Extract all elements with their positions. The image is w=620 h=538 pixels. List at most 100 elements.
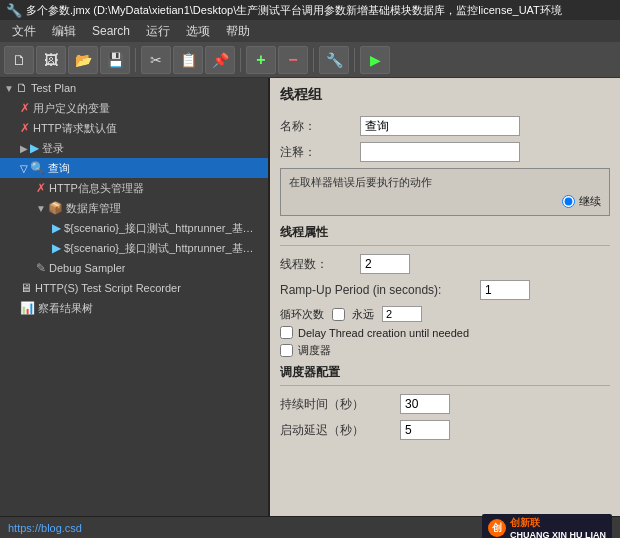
httpsrecorder-label: HTTP(S) Test Script Recorder (35, 282, 181, 294)
delay-checkbox[interactable] (280, 326, 293, 339)
panel-title: 线程组 (280, 86, 610, 108)
threadcount-label: 线程数： (280, 256, 360, 273)
thread-props-title: 线程属性 (280, 224, 610, 241)
forever-checkbox[interactable] (332, 308, 345, 321)
userdefined-label: 用户定义的变量 (33, 101, 110, 116)
testplan-icon: 🗋 (16, 81, 28, 95)
tree-item-httpdefaults[interactable]: ✗ HTTP请求默认值 (0, 118, 268, 138)
sep2 (240, 48, 241, 72)
tree-item-query[interactable]: ▽ 🔍 查询 (0, 158, 268, 178)
duration-input[interactable] (400, 394, 450, 414)
menu-run[interactable]: 运行 (138, 20, 178, 42)
threadcount-row: 线程数： (280, 254, 610, 274)
expand-login: ▶ (20, 143, 28, 154)
copy-button[interactable]: 📋 (173, 46, 203, 74)
scheduler-checkbox[interactable] (280, 344, 293, 357)
continue-radio[interactable] (562, 195, 575, 208)
loopcount-row: 循环次数 永远 (280, 306, 610, 322)
comment-input[interactable] (360, 142, 520, 162)
tree-item-dbmgr[interactable]: ▼ 📦 数据库管理 (0, 198, 268, 218)
error-action-radio-row: 继续 (289, 194, 601, 209)
tree-item-viewresults[interactable]: 📊 察看结果树 (0, 298, 268, 318)
startupdelay-input[interactable] (400, 420, 450, 440)
delay-row: Delay Thread creation until needed (280, 326, 610, 339)
expand-testplan: ▼ (4, 83, 14, 94)
login-label: 登录 (42, 141, 64, 156)
title-bar: 🔧 多个参数.jmx (D:\MyData\xietian1\Desktop\生… (0, 0, 620, 20)
httpheader-label: HTTP信息头管理器 (49, 181, 144, 196)
tree-item-testplan[interactable]: ▼ 🗋 Test Plan (0, 78, 268, 98)
dbmgr-label: 数据库管理 (66, 201, 121, 216)
status-url: https://blog.csd (8, 522, 82, 534)
login-icon: ▶ (30, 141, 39, 155)
tree-panel: ▼ 🗋 Test Plan ✗ 用户定义的变量 ✗ HTTP请求默认值 ▶ ▶ … (0, 78, 270, 516)
scenario2-label: ${scenario}_接口测试_httprunner_基础配置 (64, 241, 264, 256)
viewresults-icon: 📊 (20, 301, 35, 315)
loopcount-input[interactable] (382, 306, 422, 322)
expand-dbmgr: ▼ (36, 203, 46, 214)
tree-item-scenario1[interactable]: ▶ ${scenario}_接口测试_httprunner_基础配置 (0, 218, 268, 238)
menu-file[interactable]: 文件 (4, 20, 44, 42)
sep4 (354, 48, 355, 72)
threadcount-input[interactable] (360, 254, 410, 274)
scenario1-label: ${scenario}_接口测试_httprunner_基础配置 (64, 221, 264, 236)
menu-search[interactable]: Search (84, 20, 138, 42)
tree-item-httpsrecorder[interactable]: 🖥 HTTP(S) Test Script Recorder (0, 278, 268, 298)
divider2 (280, 385, 610, 386)
debugsampler-label: Debug Sampler (49, 262, 125, 274)
sep1 (135, 48, 136, 72)
startupdelay-row: 启动延迟（秒） (280, 420, 610, 440)
name-input[interactable] (360, 116, 520, 136)
query-label: 查询 (48, 161, 70, 176)
scheduler-row: 调度器 (280, 343, 610, 358)
userdefined-icon: ✗ (20, 101, 30, 115)
remove-button[interactable]: − (278, 46, 308, 74)
loopcount-label: 循环次数 (280, 307, 324, 322)
toolbar: 🗋 🖼 📂 💾 ✂ 📋 📌 + − 🔧 ▶ (0, 42, 620, 78)
delay-label: Delay Thread creation until needed (298, 327, 469, 339)
templates-button[interactable]: 🖼 (36, 46, 66, 74)
watermark-line2: CHUANG XIN HU LIAN (510, 530, 606, 539)
start-button[interactable]: ▶ (360, 46, 390, 74)
rampup-input[interactable] (480, 280, 530, 300)
scheduler-config-title: 调度器配置 (280, 364, 610, 381)
continue-label: 继续 (579, 194, 601, 209)
name-row: 名称： (280, 116, 610, 136)
config-panel: 线程组 名称： 注释： 在取样器错误后要执行的动作 继续 线程属性 线程数： R… (270, 78, 620, 516)
watermark: 创 创新联 CHUANG XIN HU LIAN (482, 514, 612, 539)
tree-item-userdefined[interactable]: ✗ 用户定义的变量 (0, 98, 268, 118)
scenario2-icon: ▶ (52, 241, 61, 255)
divider1 (280, 245, 610, 246)
new-button[interactable]: 🗋 (4, 46, 34, 74)
watermark-text: 创新联 CHUANG XIN HU LIAN (510, 516, 606, 539)
add-button[interactable]: + (246, 46, 276, 74)
viewresults-label: 察看结果树 (38, 301, 93, 316)
testplan-label: Test Plan (31, 82, 76, 94)
debugsampler-icon: ✎ (36, 261, 46, 275)
tree-item-debugsampler[interactable]: ✎ Debug Sampler (0, 258, 268, 278)
title-icon: 🔧 (6, 3, 22, 18)
tree-item-login[interactable]: ▶ ▶ 登录 (0, 138, 268, 158)
toggle-button[interactable]: 🔧 (319, 46, 349, 74)
tree-item-scenario2[interactable]: ▶ ${scenario}_接口测试_httprunner_基础配置 (0, 238, 268, 258)
menu-options[interactable]: 选项 (178, 20, 218, 42)
paste-button[interactable]: 📌 (205, 46, 235, 74)
menu-bar: 文件 编辑 Search 运行 选项 帮助 (0, 20, 620, 42)
error-action-title: 在取样器错误后要执行的动作 (289, 175, 601, 190)
open-button[interactable]: 📂 (68, 46, 98, 74)
menu-edit[interactable]: 编辑 (44, 20, 84, 42)
sep3 (313, 48, 314, 72)
tree-item-httpheader[interactable]: ✗ HTTP信息头管理器 (0, 178, 268, 198)
duration-row: 持续时间（秒） (280, 394, 610, 414)
title-text: 多个参数.jmx (D:\MyData\xietian1\Desktop\生产测… (26, 3, 562, 18)
main-container: ▼ 🗋 Test Plan ✗ 用户定义的变量 ✗ HTTP请求默认值 ▶ ▶ … (0, 78, 620, 516)
comment-row: 注释： (280, 142, 610, 162)
status-bar: https://blog.csd 创 创新联 CHUANG XIN HU LIA… (0, 516, 620, 538)
comment-label: 注释： (280, 144, 360, 161)
duration-label: 持续时间（秒） (280, 396, 400, 413)
cut-button[interactable]: ✂ (141, 46, 171, 74)
startupdelay-label: 启动延迟（秒） (280, 422, 400, 439)
menu-help[interactable]: 帮助 (218, 20, 258, 42)
save-button[interactable]: 💾 (100, 46, 130, 74)
expand-query: ▽ (20, 163, 28, 174)
